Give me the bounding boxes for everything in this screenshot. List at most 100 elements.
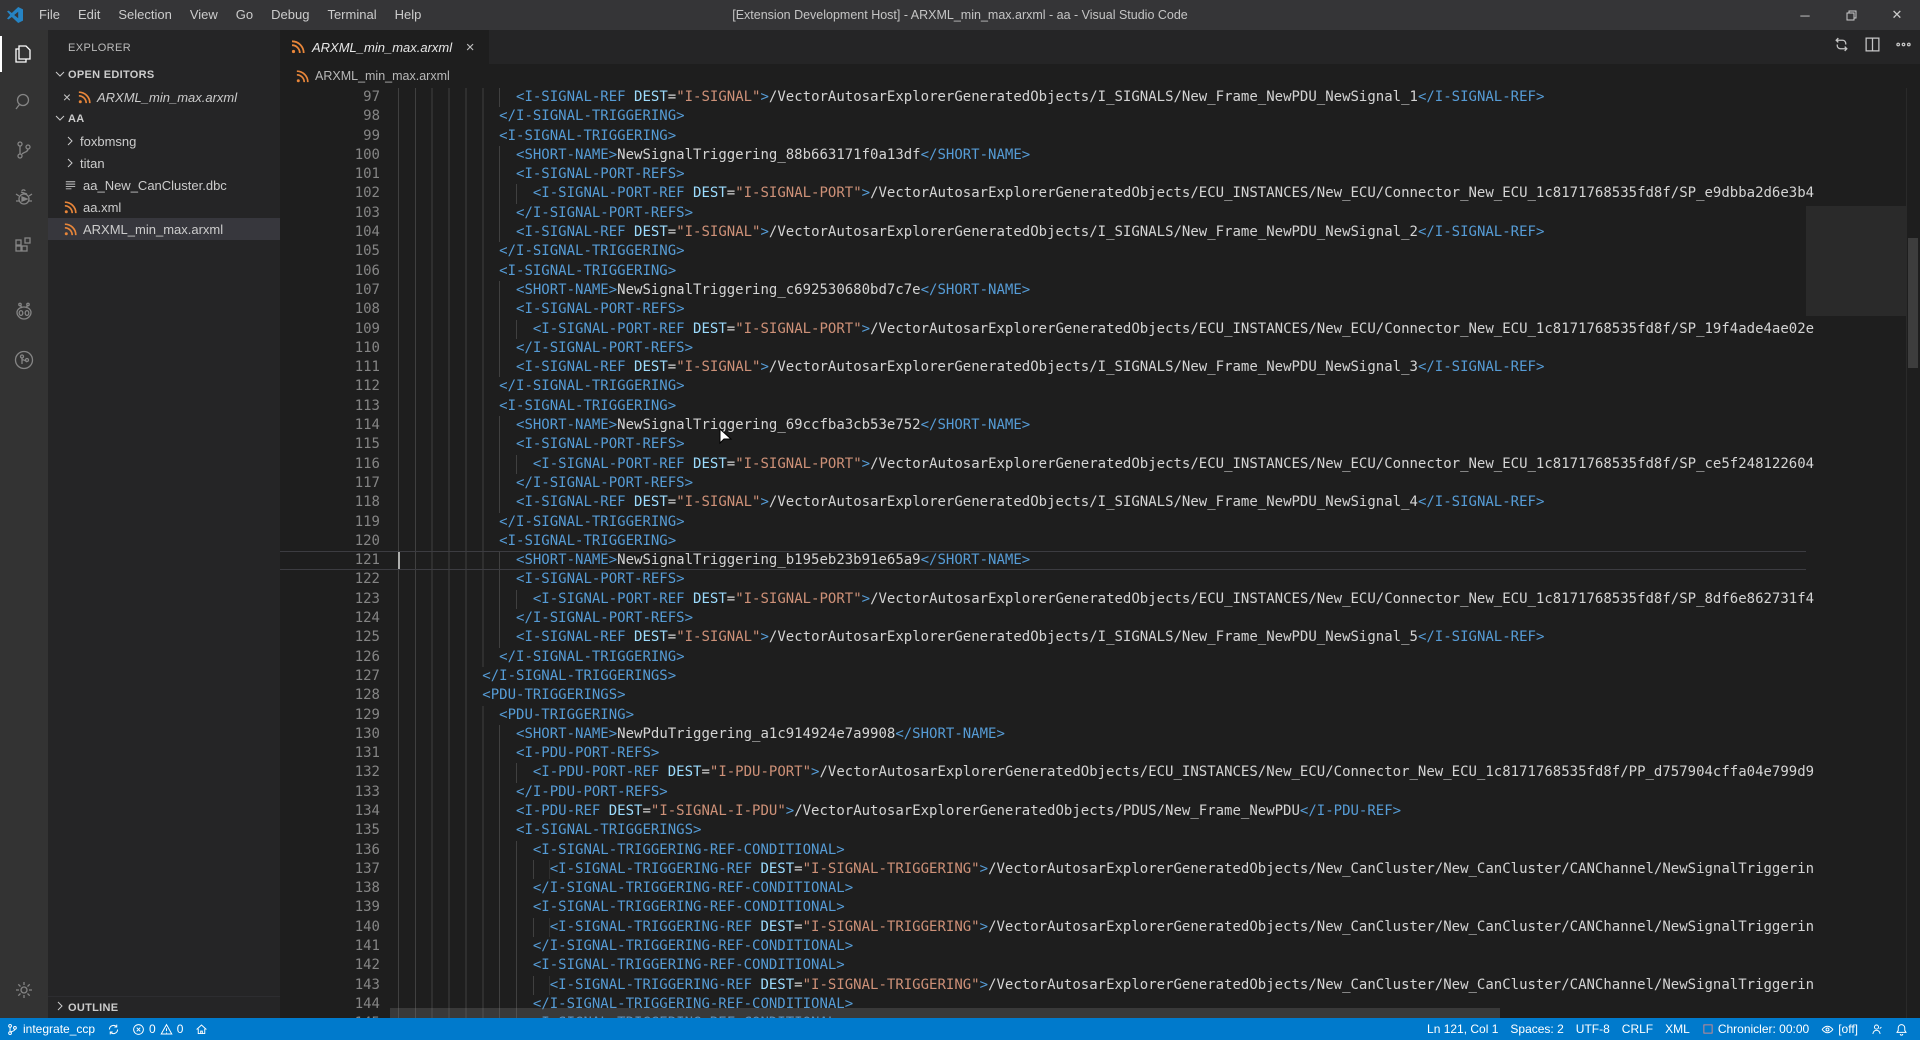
code-line-129: 129<PDU-TRIGGERING> [280,706,1920,725]
open-editors-header[interactable]: OPEN EDITORS [48,64,280,86]
feed-file-icon [295,69,310,84]
more-actions-icon[interactable] [1895,36,1912,58]
dbc-file-icon [62,177,78,193]
code-line-139: 139<I-SIGNAL-TRIGGERING-REF-CONDITIONAL> [280,898,1920,917]
feed-file-icon [290,39,306,55]
horizontal-scrollbar-slider[interactable] [390,1008,1500,1018]
code-line-106: 106<I-SIGNAL-TRIGGERING> [280,262,1920,281]
tree-item-titan[interactable]: titan [48,152,280,174]
close-button[interactable]: ✕ [1874,0,1920,30]
settings-gear-icon[interactable] [0,966,48,1014]
line-number: 103 [280,204,380,223]
menu-help[interactable]: Help [386,7,431,22]
encoding[interactable]: UTF-8 [1570,1018,1616,1040]
line-number: 115 [280,435,380,454]
tree-item-aa-xml[interactable]: aa.xml [48,196,280,218]
indentation[interactable]: Spaces: 2 [1504,1018,1569,1040]
code-line-104: 104<I-SIGNAL-REF DEST="I-SIGNAL">/Vector… [280,223,1920,242]
language-mode[interactable]: XML [1659,1018,1696,1040]
tree-item-arxml-min-max-arxml[interactable]: ARXML_min_max.arxml [48,218,280,240]
source-control-icon[interactable] [0,126,48,174]
code-line-130: 130<SHORT-NAME>NewPduTriggering_a1c91492… [280,725,1920,744]
code-line-102: 102<I-SIGNAL-PORT-REF DEST="I-SIGNAL-POR… [280,184,1920,203]
code-line-131: 131<I-PDU-PORT-REFS> [280,744,1920,763]
problems-indicator[interactable]: 0 0 [126,1018,189,1040]
line-number: 125 [280,628,380,647]
run-debug-icon[interactable] [0,174,48,222]
code-line-142: 142<I-SIGNAL-TRIGGERING-REF-CONDITIONAL> [280,956,1920,975]
line-number: 114 [280,416,380,435]
menu-terminal[interactable]: Terminal [318,7,385,22]
minimize-button[interactable]: ─ [1782,0,1828,30]
feedback-icon[interactable] [1864,1018,1889,1040]
menu-go[interactable]: Go [227,7,262,22]
split-editor-icon[interactable] [1864,36,1881,58]
line-number: 137 [280,860,380,879]
code-line-115: 115<I-SIGNAL-PORT-REFS> [280,435,1920,454]
chronicler-status[interactable]: Chronicler: 00:00 [1696,1018,1815,1040]
platformio-alien-icon[interactable] [0,288,48,336]
title-bar: FileEditSelectionViewGoDebugTerminalHelp… [0,0,1920,30]
sync-icon[interactable] [101,1018,126,1040]
branch-indicator[interactable]: integrate_ccp [0,1018,101,1040]
code-line-137: 137<I-SIGNAL-TRIGGERING-REF DEST="I-SIGN… [280,860,1920,879]
home-icon[interactable] [189,1018,214,1040]
search-icon[interactable] [0,78,48,126]
status-bar: integrate_ccp 0 0 Ln 121, Col 1 Spaces: … [0,1018,1920,1040]
code-line-109: 109<I-SIGNAL-PORT-REF DEST="I-SIGNAL-POR… [280,320,1920,339]
menu-file[interactable]: File [30,7,69,22]
vertical-scrollbar-slider[interactable] [1908,238,1918,368]
line-number: 111 [280,358,380,377]
code-line-119: 119</I-SIGNAL-TRIGGERING> [280,513,1920,532]
notifications-bell-icon[interactable] [1889,1018,1914,1040]
tab-close-icon[interactable]: × [461,39,479,56]
code-line-105: 105</I-SIGNAL-TRIGGERING> [280,242,1920,261]
cursor-position[interactable]: Ln 121, Col 1 [1421,1018,1504,1040]
breadcrumb-item[interactable]: ARXML_min_max.arxml [315,69,450,83]
code-line-111: 111<I-SIGNAL-REF DEST="I-SIGNAL">/Vector… [280,358,1920,377]
workspace-header[interactable]: AA [48,108,280,130]
line-number: 129 [280,706,380,725]
outline-header[interactable]: OUTLINE [48,996,280,1018]
line-number: 112 [280,377,380,396]
open-editor-item[interactable]: ×ARXML_min_max.arxml [48,86,280,108]
code-line-107: 107<SHORT-NAME>NewSignalTriggering_c6925… [280,281,1920,300]
line-number: 116 [280,455,380,474]
tree-item-foxbmsng[interactable]: foxbmsng [48,130,280,152]
menu-debug[interactable]: Debug [262,7,318,22]
tree-item-aa-new-cancluster-dbc[interactable]: aa_New_CanCluster.dbc [48,174,280,196]
vertical-scrollbar[interactable] [1906,88,1920,1018]
restore-button[interactable] [1828,0,1874,30]
chevron-down-icon [52,66,68,85]
breadcrumb: ARXML_min_max.arxml [280,64,1920,88]
minimap-viewport[interactable] [1806,206,1906,316]
close-editor-icon[interactable]: × [58,89,76,105]
screencast-toggle[interactable]: [off] [1815,1018,1864,1040]
line-number: 144 [280,995,380,1014]
code-line-124: 124</I-SIGNAL-PORT-REFS> [280,609,1920,628]
extensions-icon[interactable] [0,222,48,270]
git-graph-icon[interactable] [0,336,48,384]
menu-edit[interactable]: Edit [69,7,109,22]
code-editor[interactable]: 97<I-SIGNAL-REF DEST="I-SIGNAL">/VectorA… [280,88,1920,1018]
code-line-136: 136<I-SIGNAL-TRIGGERING-REF-CONDITIONAL> [280,841,1920,860]
line-number: 135 [280,821,380,840]
eol-sequence[interactable]: CRLF [1616,1018,1659,1040]
menu-selection[interactable]: Selection [109,7,180,22]
menu-view[interactable]: View [181,7,227,22]
code-line-134: 134<I-PDU-REF DEST="I-SIGNAL-I-PDU">/Vec… [280,802,1920,821]
tab-bar: ARXML_min_max.arxml × [280,30,1920,64]
line-number: 101 [280,165,380,184]
tab-arxml-min-max[interactable]: ARXML_min_max.arxml × [280,30,489,64]
code-line-101: 101<I-SIGNAL-PORT-REFS> [280,165,1920,184]
line-number: 134 [280,802,380,821]
line-number: 130 [280,725,380,744]
explorer-icon[interactable] [0,30,48,78]
line-number: 119 [280,513,380,532]
branch-name: integrate_ccp [23,1022,95,1036]
open-changes-icon[interactable] [1833,36,1850,58]
line-number: 142 [280,956,380,975]
menu-bar: FileEditSelectionViewGoDebugTerminalHelp [30,0,430,30]
line-number: 139 [280,898,380,917]
code-line-118: 118<I-SIGNAL-REF DEST="I-SIGNAL">/Vector… [280,493,1920,512]
